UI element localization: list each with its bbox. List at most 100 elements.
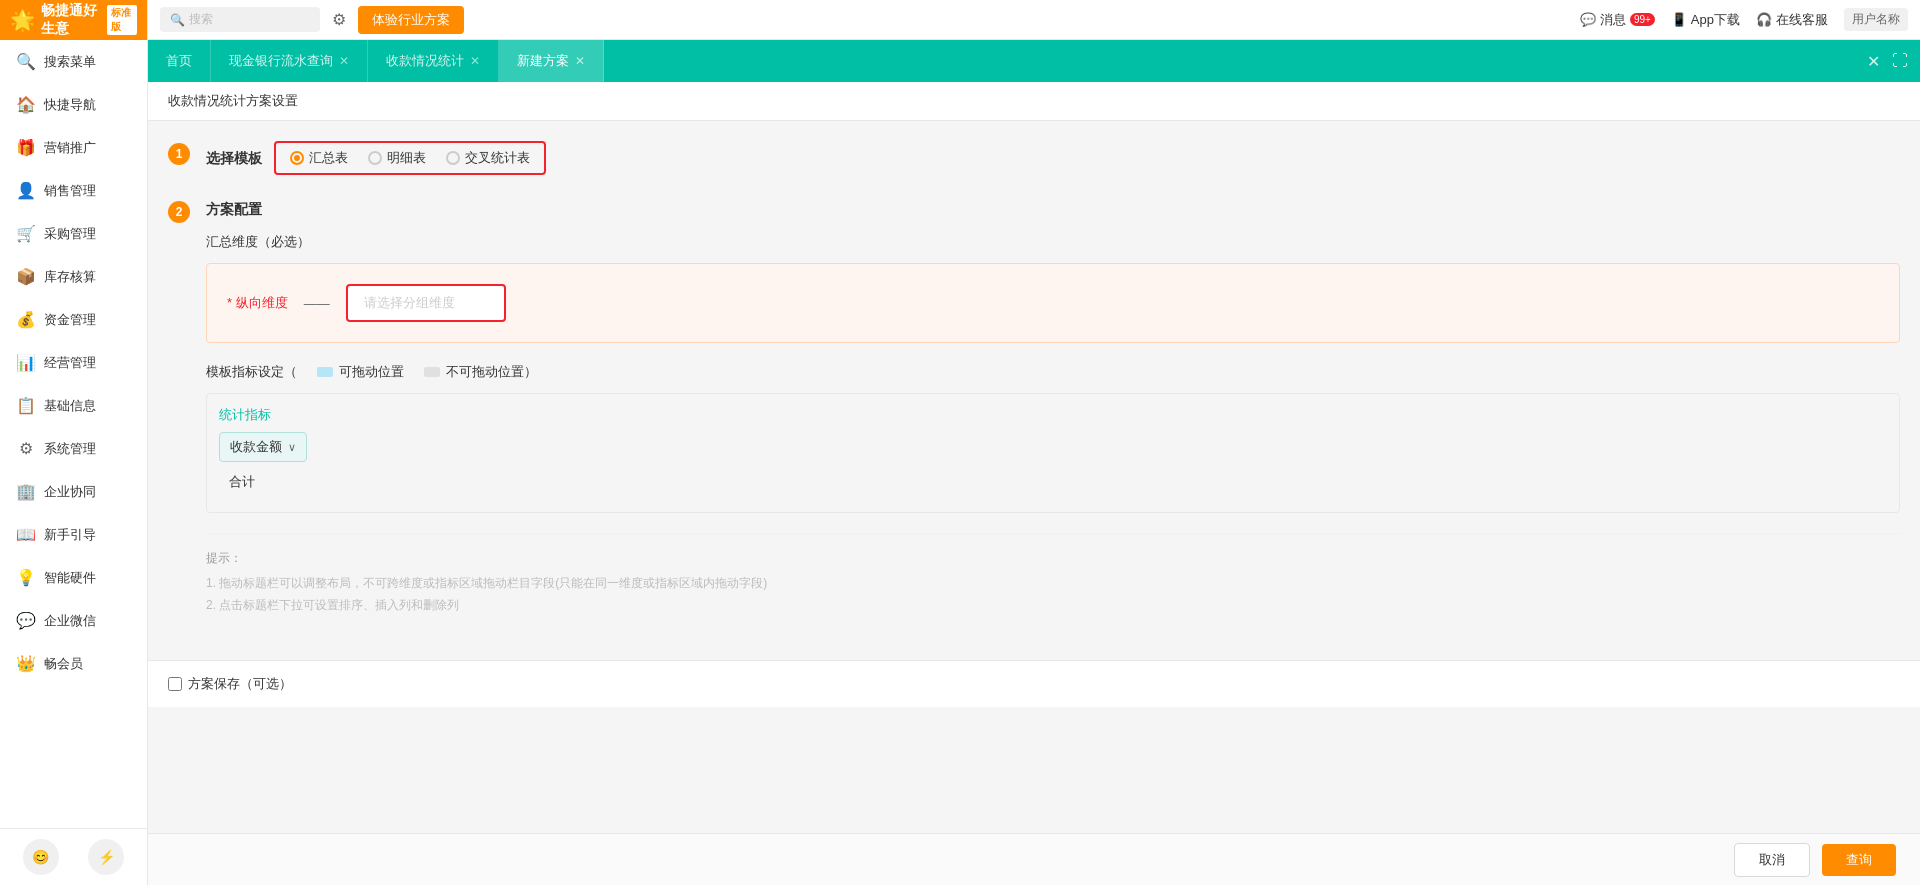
purchase-icon: 🛒 <box>16 224 36 243</box>
template-radio-group: 汇总表 明细表 交叉统计表 <box>274 141 546 175</box>
tips-title: 提示： <box>206 550 1900 567</box>
legend-draggable: 可拖动位置 <box>317 363 404 381</box>
breadcrumb-text: 收款情况统计方案设置 <box>168 93 298 108</box>
sidebar-item-purchase[interactable]: 🛒 采购管理 <box>0 212 147 255</box>
page-breadcrumb: 收款情况统计方案设置 <box>148 82 1920 121</box>
section1-title: 选择模板 <box>206 150 262 168</box>
legend-non-draggable: 不可拖动位置） <box>424 363 537 381</box>
tab-new-plan[interactable]: 新建方案 ✕ <box>499 40 604 82</box>
radio-summary[interactable]: 汇总表 <box>290 149 348 167</box>
sidebar-item-enterprise[interactable]: 🏢 企业协同 <box>0 470 147 513</box>
radio-cross-dot <box>446 151 460 165</box>
guide-icon: 📖 <box>16 525 36 544</box>
section2-number: 2 <box>168 201 190 223</box>
sidebar-item-label: 销售管理 <box>44 182 96 200</box>
member-icon: 👑 <box>16 654 36 673</box>
metrics-area: 统计指标 收款金额 ∨ 合计 <box>206 393 1900 513</box>
dimension-row: * 纵向维度 —— 请选择分组维度 <box>227 284 1879 322</box>
sidebar-item-member[interactable]: 👑 畅会员 <box>0 642 147 685</box>
close-window-icon[interactable]: ✕ <box>1867 52 1880 71</box>
tab-home-label: 首页 <box>166 52 192 70</box>
marketing-icon: 🎁 <box>16 138 36 157</box>
tips-section: 提示： 1. 拖动标题栏可以调整布局，不可跨维度或指标区域拖动栏目字段(只能在同… <box>206 533 1900 616</box>
sidebar-item-inventory[interactable]: 📦 库存核算 <box>0 255 147 298</box>
tips-item-1: 1. 拖动标题栏可以调整布局，不可跨维度或指标区域拖动栏目字段(只能在同一维度或… <box>206 573 1900 595</box>
enterprise-icon: 🏢 <box>16 482 36 501</box>
sidebar-bottom-icon-right[interactable]: ⚡ <box>88 839 124 875</box>
user-info[interactable]: 用户名称 <box>1844 8 1908 31</box>
sidebar-item-system[interactable]: ⚙ 系统管理 <box>0 427 147 470</box>
topbar-search[interactable]: 🔍 搜索 <box>160 7 320 32</box>
online-service-item[interactable]: 🎧 在线客服 <box>1756 11 1828 29</box>
tab-new-plan-close[interactable]: ✕ <box>575 54 585 68</box>
sidebar-item-sales[interactable]: 👤 销售管理 <box>0 169 147 212</box>
radio-cross-label: 交叉统计表 <box>465 149 530 167</box>
industry-plan-button[interactable]: 体验行业方案 <box>358 6 464 34</box>
dimension-section-title: 汇总维度（必选） <box>206 233 1900 251</box>
cancel-button[interactable]: 取消 <box>1734 843 1810 877</box>
sidebar-bottom: 😊 ⚡ <box>0 828 147 885</box>
tabbar-actions: ✕ ⛶ <box>1855 40 1920 82</box>
sidebar-item-label: 资金管理 <box>44 311 96 329</box>
finance-icon: 💰 <box>16 310 36 329</box>
sidebar-item-search-menu[interactable]: 🔍 搜索菜单 <box>0 40 147 83</box>
tab-bank-flow-close[interactable]: ✕ <box>339 54 349 68</box>
sidebar: 🌟 畅捷通好生意 标准版 🔍 搜索菜单 🏠 快捷导航 🎁 营销推广 👤 销售管理… <box>0 0 148 885</box>
sidebar-item-wechat[interactable]: 💬 企业微信 <box>0 599 147 642</box>
save-checkbox[interactable] <box>168 677 182 691</box>
sidebar-item-guide[interactable]: 📖 新手引导 <box>0 513 147 556</box>
section1-number: 1 <box>168 143 190 165</box>
bottom-bar: 取消 查询 <box>148 833 1920 885</box>
radio-cross[interactable]: 交叉统计表 <box>446 149 530 167</box>
sidebar-item-label: 基础信息 <box>44 397 96 415</box>
sidebar-bottom-icon-left[interactable]: 😊 <box>23 839 59 875</box>
sidebar-item-smart-hardware[interactable]: 💡 智能硬件 <box>0 556 147 599</box>
save-option: 方案保存（可选） <box>148 660 1920 707</box>
section-template: 1 选择模板 汇总表 明细表 <box>168 141 1900 175</box>
sidebar-item-basic-info[interactable]: 📋 基础信息 <box>0 384 147 427</box>
sidebar-item-label: 系统管理 <box>44 440 96 458</box>
operations-icon: 📊 <box>16 353 36 372</box>
sidebar-item-marketing[interactable]: 🎁 营销推广 <box>0 126 147 169</box>
section2-title: 方案配置 <box>206 201 1900 219</box>
radio-detail-label: 明细表 <box>387 149 426 167</box>
tabbar: 首页 现金银行流水查询 ✕ 收款情况统计 ✕ 新建方案 ✕ ✕ ⛶ <box>148 40 1920 82</box>
radio-detail[interactable]: 明细表 <box>368 149 426 167</box>
tab-collection-stats-close[interactable]: ✕ <box>470 54 480 68</box>
metric-tag-collection[interactable]: 收款金额 ∨ <box>219 432 307 462</box>
sales-icon: 👤 <box>16 181 36 200</box>
metric-total-label: 合计 <box>219 468 265 496</box>
dimension-select[interactable]: 请选择分组维度 <box>346 284 506 322</box>
app-download-item[interactable]: 📱 App下载 <box>1671 11 1740 29</box>
tab-collection-stats[interactable]: 收款情况统计 ✕ <box>368 40 499 82</box>
tab-home[interactable]: 首页 <box>148 40 211 82</box>
main-content: 🔍 搜索 ⚙ 体验行业方案 💬 消息 99+ 📱 App下载 🎧 在线客服 用户… <box>148 0 1920 885</box>
message-item[interactable]: 💬 消息 99+ <box>1580 11 1655 29</box>
metrics-category-label: 统计指标 <box>219 406 1887 424</box>
wechat-icon: 💬 <box>16 611 36 630</box>
message-icon: 💬 <box>1580 12 1596 27</box>
logo-badge: 标准版 <box>107 5 137 35</box>
non-draggable-legend-box <box>424 367 440 377</box>
app-download-label: App下载 <box>1691 11 1740 29</box>
tab-new-plan-label: 新建方案 <box>517 52 569 70</box>
smart-hardware-icon: 💡 <box>16 568 36 587</box>
query-button[interactable]: 查询 <box>1822 844 1896 876</box>
message-label: 消息 <box>1600 11 1626 29</box>
sidebar-item-finance[interactable]: 💰 资金管理 <box>0 298 147 341</box>
quick-nav-icon: 🏠 <box>16 95 36 114</box>
sidebar-item-quick-nav[interactable]: 🏠 快捷导航 <box>0 83 147 126</box>
sidebar-item-operations[interactable]: 📊 经营管理 <box>0 341 147 384</box>
radio-summary-label: 汇总表 <box>309 149 348 167</box>
sidebar-item-label: 营销推广 <box>44 139 96 157</box>
settings-icon[interactable]: ⚙ <box>332 10 346 29</box>
system-icon: ⚙ <box>16 439 36 458</box>
radio-summary-dot <box>290 151 304 165</box>
sidebar-item-label: 智能硬件 <box>44 569 96 587</box>
expand-window-icon[interactable]: ⛶ <box>1892 52 1908 70</box>
service-icon: 🎧 <box>1756 12 1772 27</box>
content-area: 收款情况统计方案设置 1 选择模板 汇总表 <box>148 82 1920 833</box>
search-placeholder: 搜索 <box>189 11 213 28</box>
save-option-label: 方案保存（可选） <box>188 675 292 693</box>
tab-bank-flow[interactable]: 现金银行流水查询 ✕ <box>211 40 368 82</box>
